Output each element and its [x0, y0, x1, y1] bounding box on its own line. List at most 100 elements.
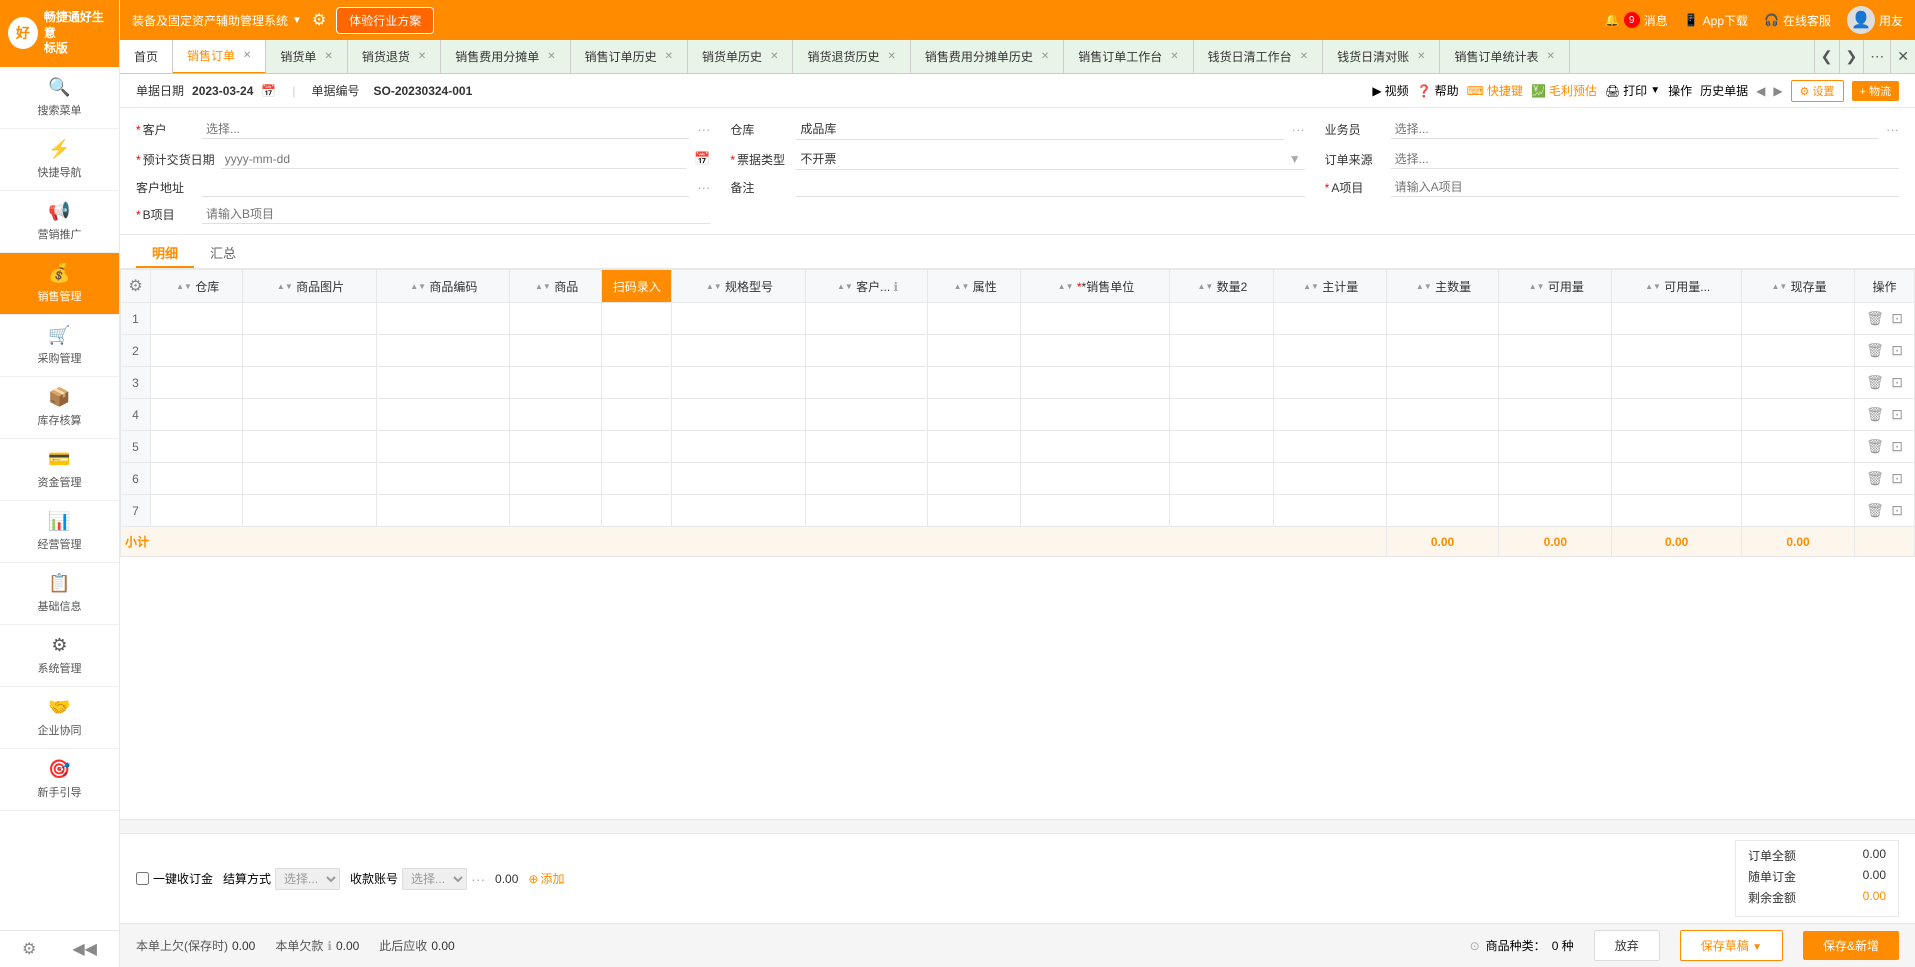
row-0-col-10[interactable]: [1273, 303, 1386, 335]
row-4-col-11[interactable]: [1386, 431, 1499, 463]
row-1-col-5[interactable]: [672, 335, 805, 367]
row-delete-icon-2[interactable]: 🗑: [1866, 374, 1884, 390]
col-settings[interactable]: ⚙: [121, 270, 151, 303]
discard-btn[interactable]: 放弃: [1594, 930, 1660, 961]
sidebar-item-快捷导航[interactable]: ⚡ 快捷导航: [0, 129, 119, 191]
row-4-col-1[interactable]: [243, 431, 376, 463]
row-4-col-5[interactable]: [672, 431, 805, 463]
history-btn[interactable]: 历史单据: [1700, 82, 1748, 99]
tab-5[interactable]: 销售订单历史✕: [571, 40, 688, 74]
row-2-col-14[interactable]: [1742, 367, 1855, 399]
tab-close-all-btn[interactable]: ✕: [1890, 40, 1915, 74]
row-3-col-7[interactable]: [928, 399, 1020, 431]
profit-btn[interactable]: 💹 毛利预估: [1531, 82, 1597, 99]
account-select[interactable]: 选择...: [402, 868, 467, 890]
row-5-col-10[interactable]: [1273, 463, 1386, 495]
row-1-col-0[interactable]: [151, 335, 243, 367]
tab-close-2[interactable]: ✕: [324, 51, 332, 62]
col-scan[interactable]: 扫码录入: [602, 270, 672, 303]
row-5-col-0[interactable]: [151, 463, 243, 495]
row-1-col-12[interactable]: [1499, 335, 1612, 367]
tab-1[interactable]: 销售订单✕: [173, 40, 266, 74]
tab-12[interactable]: 销售订单统计表✕: [1440, 40, 1569, 74]
row-delete-icon-4[interactable]: 🗑: [1866, 438, 1884, 454]
row-4-col-8[interactable]: [1020, 431, 1169, 463]
row-6-col-6[interactable]: [805, 495, 928, 527]
customer-address-input[interactable]: [202, 178, 689, 197]
sidebar-item-新手引导[interactable]: 🎯 新手引导: [0, 749, 119, 811]
tab-close-4[interactable]: ✕: [547, 51, 555, 62]
tab-summary[interactable]: 汇总: [194, 239, 252, 268]
row-6-col-3[interactable]: [509, 495, 601, 527]
tab-close-11[interactable]: ✕: [1417, 51, 1425, 62]
sidebar-item-销售管理[interactable]: 💰 销售管理: [0, 253, 119, 315]
salesperson-expand-icon[interactable]: ···: [1886, 122, 1899, 137]
view-btn[interactable]: ▶ 视频: [1372, 82, 1408, 99]
tab-7[interactable]: 销货退货历史✕: [793, 40, 910, 74]
row-6-col-14[interactable]: [1742, 495, 1855, 527]
user-item[interactable]: 👤 用友: [1847, 6, 1903, 34]
date-value[interactable]: 2023-03-24: [192, 84, 253, 98]
row-2-col-4[interactable]: [602, 367, 672, 399]
a-project-input[interactable]: [1391, 178, 1899, 197]
row-1-col-11[interactable]: [1386, 335, 1499, 367]
row-4-col-0[interactable]: [151, 431, 243, 463]
row-4-col-12[interactable]: [1499, 431, 1612, 463]
row-0-col-8[interactable]: [1020, 303, 1169, 335]
customer-expand-icon[interactable]: ···: [697, 122, 710, 137]
row-copy-icon-1[interactable]: ⊡: [1891, 342, 1903, 358]
row-5-col-3[interactable]: [509, 463, 601, 495]
row-1-col-2[interactable]: [376, 335, 509, 367]
tab-next-btn[interactable]: ❯: [1839, 40, 1864, 74]
tab-9[interactable]: 销售订单工作台✕: [1064, 40, 1193, 74]
sidebar-item-采购管理[interactable]: 🛒 采购管理: [0, 315, 119, 377]
row-delete-icon-6[interactable]: 🗑: [1866, 502, 1884, 518]
row-2-col-11[interactable]: [1386, 367, 1499, 399]
row-1-col-7[interactable]: [928, 335, 1020, 367]
row-6-col-12[interactable]: [1499, 495, 1612, 527]
invoice-type-select[interactable]: 不开票 ▼: [796, 148, 1304, 170]
row-5-col-5[interactable]: [672, 463, 805, 495]
row-5-col-13[interactable]: [1612, 463, 1742, 495]
setting-btn[interactable]: ⚙ 设置: [1791, 80, 1844, 102]
operate-btn[interactable]: 操作: [1668, 82, 1692, 99]
row-0-col-3[interactable]: [509, 303, 601, 335]
row-4-col-9[interactable]: [1170, 431, 1274, 463]
settings-gear-icon[interactable]: ⚙: [128, 278, 142, 295]
row-2-col-13[interactable]: [1612, 367, 1742, 399]
sidebar-item-库存核算[interactable]: 📦 库存核算: [0, 377, 119, 439]
row-2-col-6[interactable]: [805, 367, 928, 399]
row-3-col-14[interactable]: [1742, 399, 1855, 431]
row-0-col-7[interactable]: [928, 303, 1020, 335]
nav-prev-icon[interactable]: ◀: [1756, 84, 1765, 98]
row-2-col-8[interactable]: [1020, 367, 1169, 399]
row-6-col-13[interactable]: [1612, 495, 1742, 527]
tab-prev-btn[interactable]: ❮: [1814, 40, 1839, 74]
row-3-col-8[interactable]: [1020, 399, 1169, 431]
save-draft-btn[interactable]: 保存草稿 ▼: [1680, 930, 1783, 961]
row-1-col-4[interactable]: [602, 335, 672, 367]
row-3-col-10[interactable]: [1273, 399, 1386, 431]
tab-0[interactable]: 首页: [120, 40, 173, 74]
sidebar-item-基础信息[interactable]: 📋 基础信息: [0, 563, 119, 625]
system-name[interactable]: 装备及固定资产辅助管理系统 ▼: [132, 12, 302, 29]
salesperson-input[interactable]: [1391, 120, 1878, 139]
row-4-col-13[interactable]: [1612, 431, 1742, 463]
row-delete-icon-1[interactable]: 🗑: [1866, 342, 1884, 358]
notification-item[interactable]: 🔔 9 消息: [1605, 12, 1668, 29]
tab-close-8[interactable]: ✕: [1041, 51, 1049, 62]
row-0-col-13[interactable]: [1612, 303, 1742, 335]
remark-input[interactable]: [796, 178, 1304, 197]
row-3-col-4[interactable]: [602, 399, 672, 431]
row-5-col-9[interactable]: [1170, 463, 1274, 495]
payment-method-select[interactable]: 选择...: [275, 868, 340, 890]
row-5-col-2[interactable]: [376, 463, 509, 495]
row-2-col-1[interactable]: [243, 367, 376, 399]
row-6-col-5[interactable]: [672, 495, 805, 527]
row-3-col-6[interactable]: [805, 399, 928, 431]
row-5-col-4[interactable]: [602, 463, 672, 495]
row-3-col-1[interactable]: [243, 399, 376, 431]
row-5-col-7[interactable]: [928, 463, 1020, 495]
one-click-label[interactable]: 一键收订金: [136, 870, 213, 887]
save-draft-arrow-icon[interactable]: ▼: [1752, 942, 1762, 953]
